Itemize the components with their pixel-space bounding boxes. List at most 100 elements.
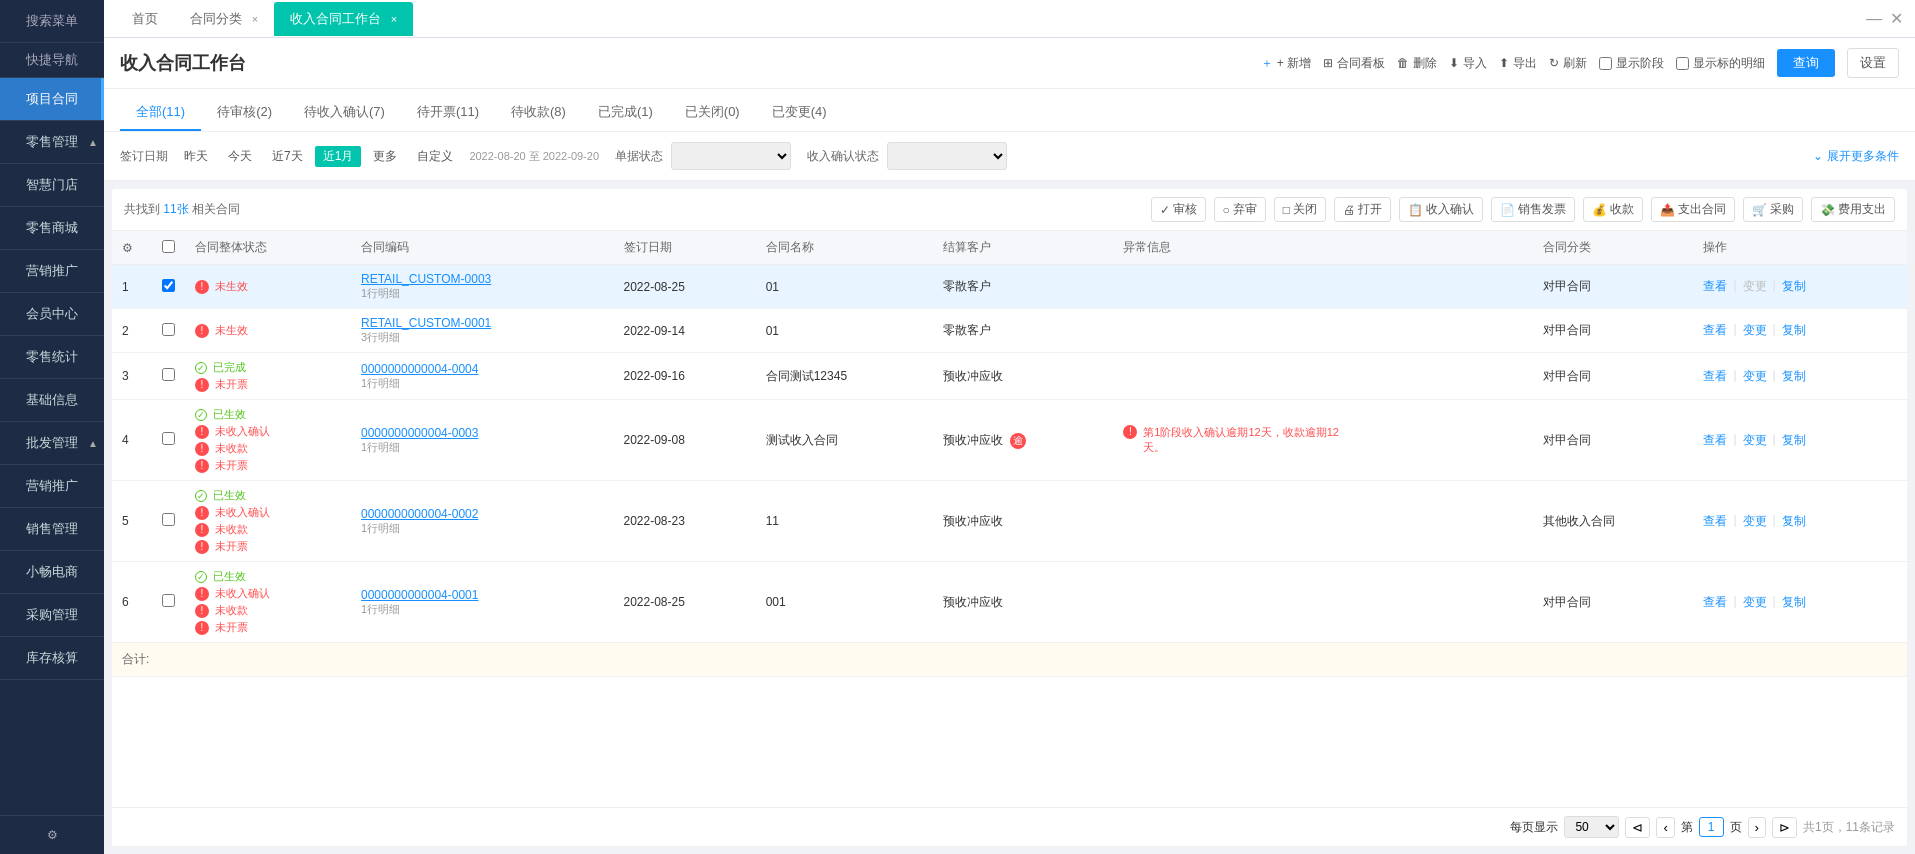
import-btn[interactable]: ⬇ 导入 xyxy=(1449,55,1487,72)
board-btn[interactable]: ⊞ 合同看板 xyxy=(1323,55,1385,72)
purchase-btn[interactable]: 🛒 采购 xyxy=(1743,197,1803,222)
copy-link[interactable]: 复制 xyxy=(1782,278,1806,295)
add-btn[interactable]: ＋ + 新增 xyxy=(1261,55,1311,72)
copy-link[interactable]: 复制 xyxy=(1782,368,1806,385)
date-opt-today[interactable]: 今天 xyxy=(220,146,260,167)
row-checkbox[interactable] xyxy=(162,432,175,445)
change-link[interactable]: 变更 xyxy=(1743,368,1767,385)
contract-code-link[interactable]: 0000000000004-0002 xyxy=(361,507,478,521)
change-link[interactable]: 变更 xyxy=(1743,322,1767,339)
sidebar-item-xiao-ecom[interactable]: 小畅电商 xyxy=(0,551,104,594)
change-link[interactable]: 变更 xyxy=(1743,278,1767,295)
doc-status-select[interactable] xyxy=(671,142,791,170)
filter-tab-pending-review[interactable]: 待审核(2) xyxy=(201,97,288,131)
copy-link[interactable]: 复制 xyxy=(1782,432,1806,449)
tab-contract-type[interactable]: 合同分类 × xyxy=(174,2,274,36)
date-opt-last7[interactable]: 近7天 xyxy=(264,146,311,167)
tab-close-contract-type[interactable]: × xyxy=(252,13,258,25)
page-size-select[interactable]: 20 50 100 xyxy=(1564,816,1619,838)
filter-tab-pending-income-confirm[interactable]: 待收入确认(7) xyxy=(288,97,401,131)
change-link[interactable]: 变更 xyxy=(1743,432,1767,449)
change-link[interactable]: 变更 xyxy=(1743,594,1767,611)
tab-income-workbench[interactable]: 收入合同工作台 × xyxy=(274,2,413,36)
sidebar-quicknav[interactable]: 快捷导航 xyxy=(0,43,104,78)
fee-out-btn[interactable]: 💸 费用支出 xyxy=(1811,197,1895,222)
sidebar-item-wholesale-mgr[interactable]: 批发管理 ▲ xyxy=(0,422,104,465)
filter-tab-pending-invoice[interactable]: 待开票(11) xyxy=(401,97,495,131)
view-link[interactable]: 查看 xyxy=(1703,513,1727,530)
abandon-btn[interactable]: ○ 弃审 xyxy=(1214,197,1266,222)
export-btn[interactable]: ⬆ 导出 xyxy=(1499,55,1537,72)
review-btn[interactable]: ✓ 审核 xyxy=(1151,197,1206,222)
row-checkbox[interactable] xyxy=(162,594,175,607)
tab-close-income-workbench[interactable]: × xyxy=(391,13,397,25)
row-checkbox[interactable] xyxy=(162,513,175,526)
sidebar-item-retail-commerce[interactable]: 零售商城 xyxy=(0,207,104,250)
last-page-btn[interactable]: ⊳ xyxy=(1772,817,1797,838)
date-opt-last1m[interactable]: 近1月 xyxy=(315,146,362,167)
row-checkbox[interactable] xyxy=(162,368,175,381)
sidebar-item-marketing2[interactable]: 营销推广 xyxy=(0,465,104,508)
contract-code-link[interactable]: RETAIL_CUSTOM-0003 xyxy=(361,272,491,286)
date-opt-yesterday[interactable]: 昨天 xyxy=(176,146,216,167)
change-link[interactable]: 变更 xyxy=(1743,513,1767,530)
contract-code-link[interactable]: RETAIL_CUSTOM-0001 xyxy=(361,316,491,330)
sidebar-settings[interactable]: ⚙ xyxy=(0,815,104,854)
date-opt-custom[interactable]: 自定义 xyxy=(409,146,461,167)
copy-link[interactable]: 复制 xyxy=(1782,513,1806,530)
sales-invoice-btn[interactable]: 📄 销售发票 xyxy=(1491,197,1575,222)
settings-icon[interactable]: ⚙ xyxy=(122,241,133,255)
sidebar-item-base-info[interactable]: 基础信息 xyxy=(0,379,104,422)
income-confirm-select[interactable] xyxy=(887,142,1007,170)
print-btn[interactable]: 🖨 打开 xyxy=(1334,197,1391,222)
sidebar-item-purchase[interactable]: 采购管理 xyxy=(0,594,104,637)
sidebar-item-retail-stats[interactable]: 零售统计 xyxy=(0,336,104,379)
next-page-btn[interactable]: › xyxy=(1748,817,1766,838)
view-link[interactable]: 查看 xyxy=(1703,594,1727,611)
sidebar-item-sales-mgr[interactable]: 销售管理 xyxy=(0,508,104,551)
table-wrap[interactable]: ⚙ 合同整体状态 合同编码 xyxy=(112,231,1907,807)
tab-home[interactable]: 首页 xyxy=(116,2,174,36)
filter-tab-closed[interactable]: 已关闭(0) xyxy=(669,97,756,131)
collection-btn[interactable]: 💰 收款 xyxy=(1583,197,1643,222)
close-btn[interactable]: □ 关闭 xyxy=(1274,197,1326,222)
settings-button[interactable]: 设置 xyxy=(1847,48,1899,78)
view-link[interactable]: 查看 xyxy=(1703,368,1727,385)
expand-filter-btn[interactable]: ⌄ 展开更多条件 xyxy=(1813,148,1899,165)
sidebar-item-marketing[interactable]: 营销推广 xyxy=(0,250,104,293)
copy-link[interactable]: 复制 xyxy=(1782,594,1806,611)
copy-link[interactable]: 复制 xyxy=(1782,322,1806,339)
window-close[interactable]: ✕ xyxy=(1890,9,1903,28)
prev-page-btn[interactable]: ‹ xyxy=(1656,817,1674,838)
sidebar-item-retail-mgr[interactable]: 零售管理 ▲ xyxy=(0,121,104,164)
filter-tab-all[interactable]: 全部(11) xyxy=(120,97,201,131)
refresh-btn[interactable]: ↻ 刷新 xyxy=(1549,55,1587,72)
expenditure-btn[interactable]: 📤 支出合同 xyxy=(1651,197,1735,222)
filter-tab-pending-payment[interactable]: 待收款(8) xyxy=(495,97,582,131)
view-link[interactable]: 查看 xyxy=(1703,322,1727,339)
date-opt-more[interactable]: 更多 xyxy=(365,146,405,167)
contract-code-link[interactable]: 0000000000004-0001 xyxy=(361,588,478,602)
show-details-checkbox[interactable]: 显示标的明细 xyxy=(1676,55,1765,72)
query-button[interactable]: 查询 xyxy=(1777,49,1835,77)
income-confirm-btn[interactable]: 📋 收入确认 xyxy=(1399,197,1483,222)
sidebar-search[interactable]: 搜索菜单 xyxy=(0,0,104,43)
window-minimize[interactable]: — xyxy=(1866,10,1882,28)
sidebar-item-inventory[interactable]: 库存核算 xyxy=(0,637,104,680)
show-fields-checkbox[interactable]: 显示阶段 xyxy=(1599,55,1664,72)
filter-tab-changed[interactable]: 已变更(4) xyxy=(756,97,843,131)
view-link[interactable]: 查看 xyxy=(1703,432,1727,449)
view-link[interactable]: 查看 xyxy=(1703,278,1727,295)
contract-code-link[interactable]: 0000000000004-0003 xyxy=(361,426,478,440)
row-checkbox[interactable] xyxy=(162,279,175,292)
sidebar-item-project[interactable]: 项目合同 xyxy=(0,78,104,121)
sidebar-item-member[interactable]: 会员中心 xyxy=(0,293,104,336)
sidebar-item-smart-store[interactable]: 智慧门店 xyxy=(0,164,104,207)
delete-btn[interactable]: 🗑 删除 xyxy=(1397,55,1437,72)
filter-tab-completed[interactable]: 已完成(1) xyxy=(582,97,669,131)
status-circle-green: ✓ xyxy=(195,362,207,374)
select-all-checkbox[interactable] xyxy=(162,240,175,253)
contract-code-link[interactable]: 0000000000004-0004 xyxy=(361,362,478,376)
first-page-btn[interactable]: ⊲ xyxy=(1625,817,1650,838)
row-checkbox[interactable] xyxy=(162,323,175,336)
